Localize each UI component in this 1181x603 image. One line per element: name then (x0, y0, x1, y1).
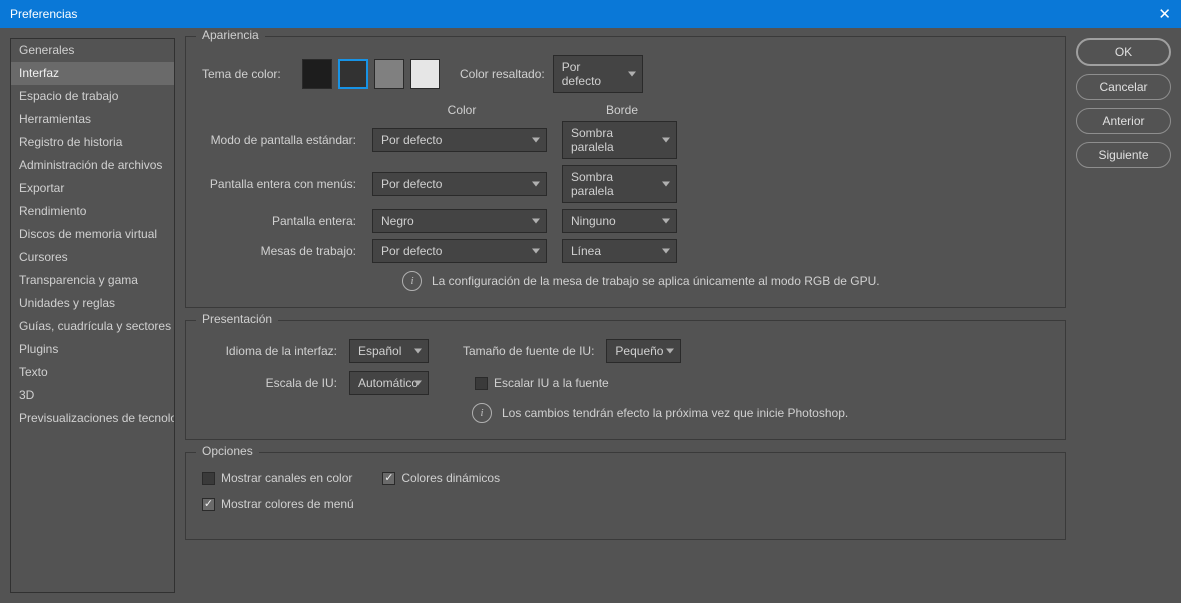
lang-label: Idioma de la interfaz: (202, 344, 337, 358)
scale-font-checkbox[interactable]: Escalar IU a la fuente (475, 376, 609, 390)
highlight-select[interactable]: Por defecto (553, 55, 643, 93)
font-label: Tamaño de fuente de IU: (463, 344, 594, 358)
presentation-section: Presentación Idioma de la interfaz: Espa… (185, 320, 1066, 440)
sidebar-item-6[interactable]: Exportar (11, 177, 174, 200)
ok-button[interactable]: OK (1076, 38, 1171, 66)
sidebar-item-3[interactable]: Herramientas (11, 108, 174, 131)
swatch-midgray[interactable] (374, 59, 404, 89)
border-select-1[interactable]: Sombra paralela (562, 165, 677, 203)
sidebar-item-15[interactable]: 3D (11, 384, 174, 407)
info-icon: i (472, 403, 492, 423)
sidebar-item-7[interactable]: Rendimiento (11, 200, 174, 223)
color-select-1[interactable]: Por defecto (372, 172, 547, 196)
window-title: Preferencias (10, 7, 77, 21)
sidebar-item-10[interactable]: Transparencia y gama (11, 269, 174, 292)
swatch-black[interactable] (302, 59, 332, 89)
info-icon: i (402, 271, 422, 291)
titlebar: Preferencias ✕ (0, 0, 1181, 28)
close-icon[interactable]: ✕ (1158, 5, 1171, 23)
border-select-0[interactable]: Sombra paralela (562, 121, 677, 159)
sidebar-item-13[interactable]: Plugins (11, 338, 174, 361)
highlight-label: Color resaltado: (460, 67, 545, 81)
next-button[interactable]: Siguiente (1076, 142, 1171, 168)
font-select[interactable]: Pequeño (606, 339, 681, 363)
checkbox-box (202, 472, 215, 485)
sidebar-item-8[interactable]: Discos de memoria virtual (11, 223, 174, 246)
scale-label: Escala de IU: (202, 376, 337, 390)
menu-colors-checkbox[interactable]: Mostrar colores de menú (202, 497, 354, 511)
appearance-title: Apariencia (196, 28, 265, 42)
sidebar-item-16[interactable]: Previsualizaciones de tecnología (11, 407, 174, 430)
theme-label: Tema de color: (202, 67, 302, 81)
sidebar-item-9[interactable]: Cursores (11, 246, 174, 269)
options-section: Opciones Mostrar canales en color Colore… (185, 452, 1066, 540)
scale-select[interactable]: Automático (349, 371, 429, 395)
screen-mode-label-3: Mesas de trabajo: (202, 244, 362, 258)
cancel-button[interactable]: Cancelar (1076, 74, 1171, 100)
button-panel: OK Cancelar Anterior Siguiente (1076, 28, 1181, 603)
sidebar-item-4[interactable]: Registro de historia (11, 131, 174, 154)
border-header: Borde (562, 103, 682, 121)
checkbox-box (382, 472, 395, 485)
appearance-note: La configuración de la mesa de trabajo s… (432, 274, 880, 288)
sidebar-item-12[interactable]: Guías, cuadrícula y sectores (11, 315, 174, 338)
screen-mode-label-1: Pantalla entera con menús: (202, 177, 362, 191)
sidebar-item-1[interactable]: Interfaz (11, 62, 174, 85)
checkbox-box (202, 498, 215, 511)
dynamic-checkbox[interactable]: Colores dinámicos (382, 471, 500, 485)
color-header: Color (372, 103, 552, 121)
border-select-2[interactable]: Ninguno (562, 209, 677, 233)
screen-mode-label-0: Modo de pantalla estándar: (202, 133, 362, 147)
color-select-0[interactable]: Por defecto (372, 128, 547, 152)
sidebar-item-0[interactable]: Generales (11, 39, 174, 62)
options-title: Opciones (196, 444, 259, 458)
checkbox-box (475, 377, 488, 390)
sidebar-item-14[interactable]: Texto (11, 361, 174, 384)
presentation-title: Presentación (196, 312, 278, 326)
sidebar: GeneralesInterfazEspacio de trabajoHerra… (10, 38, 175, 593)
screen-mode-label-2: Pantalla entera: (202, 214, 362, 228)
channels-checkbox[interactable]: Mostrar canales en color (202, 471, 352, 485)
appearance-section: Apariencia Tema de color: Color resaltad… (185, 36, 1066, 308)
content-panel: Apariencia Tema de color: Color resaltad… (175, 28, 1076, 603)
color-select-3[interactable]: Por defecto (372, 239, 547, 263)
prev-button[interactable]: Anterior (1076, 108, 1171, 134)
border-select-3[interactable]: Línea (562, 239, 677, 263)
sidebar-item-5[interactable]: Administración de archivos (11, 154, 174, 177)
sidebar-item-11[interactable]: Unidades y reglas (11, 292, 174, 315)
color-select-2[interactable]: Negro (372, 209, 547, 233)
sidebar-item-2[interactable]: Espacio de trabajo (11, 85, 174, 108)
swatch-light[interactable] (410, 59, 440, 89)
theme-swatches (302, 59, 440, 89)
lang-select[interactable]: Español (349, 339, 429, 363)
swatch-darkgray[interactable] (338, 59, 368, 89)
presentation-note: Los cambios tendrán efecto la próxima ve… (502, 406, 848, 420)
